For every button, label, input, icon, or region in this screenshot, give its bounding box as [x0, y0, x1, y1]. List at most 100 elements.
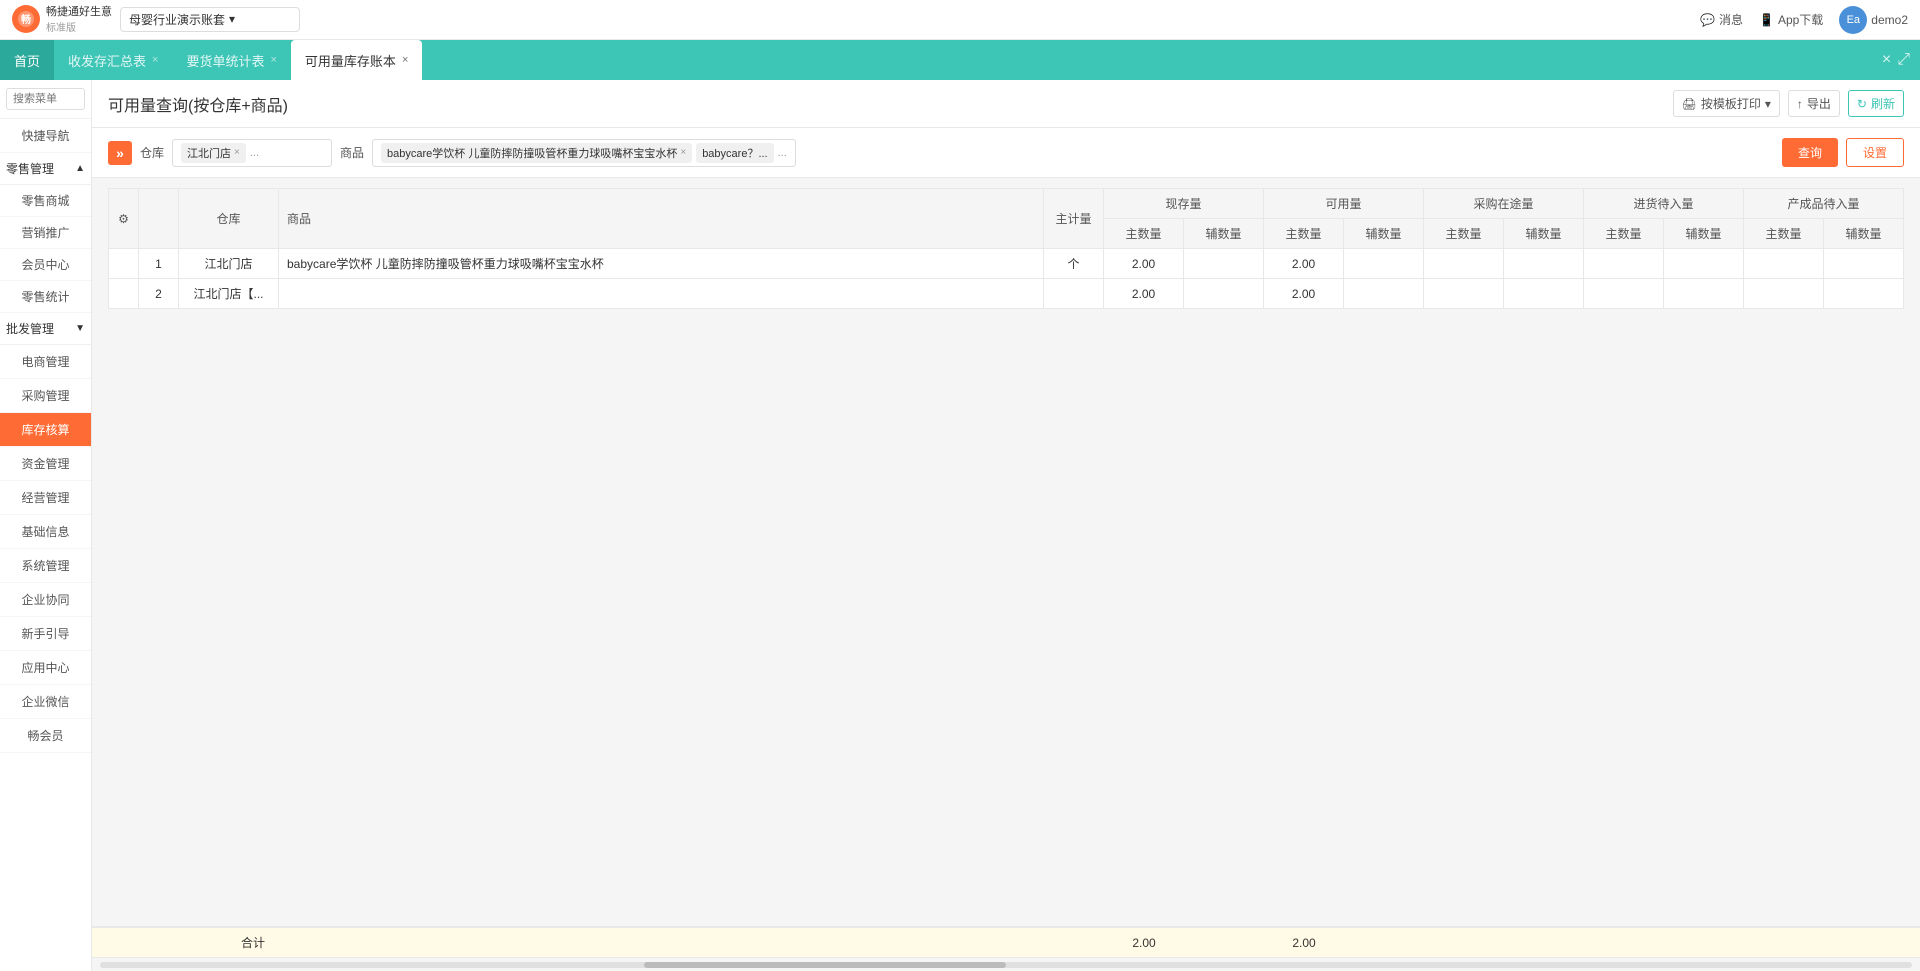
logo-icon: 畅 [12, 5, 40, 33]
cell-finished-aux-1 [1824, 279, 1904, 309]
refresh-btn[interactable]: ↻ 刷新 [1848, 90, 1904, 117]
product-tag-1-close[interactable]: × [680, 147, 686, 158]
tab-receivable[interactable]: 收发存汇总表 × [54, 40, 172, 80]
sidebar-item-wholesale[interactable]: 批发管理 ▼ [0, 313, 91, 345]
sidebar-item-system[interactable]: 系统管理 [0, 549, 91, 583]
message-icon: 💬 [1700, 13, 1715, 27]
wholesale-arrow: ▼ [75, 323, 85, 334]
sidebar-item-inventory-mgmt[interactable]: 库存核算 [0, 413, 91, 447]
filter-expand-btn[interactable]: » [108, 141, 132, 165]
col-finished-group: 产成品待入量 [1744, 189, 1904, 219]
footer-available-main: 2.00 [1264, 936, 1344, 950]
retail-mgmt-arrow: ▲ [75, 163, 85, 174]
sidebar-item-enterprise[interactable]: 企业协同 [0, 583, 91, 617]
table-footer: 合计 2.00 2.00 [92, 926, 1920, 957]
sidebar-item-purchase[interactable]: 采购管理 [0, 379, 91, 413]
table-row: 2 江北门店【... 2.00 2.00 [109, 279, 1904, 309]
sidebar-item-quick-nav[interactable]: 快捷导航 [0, 119, 91, 153]
col-current-aux: 辅数量 [1184, 219, 1264, 249]
warehouse-tag-close[interactable]: × [234, 147, 240, 158]
sidebar-item-retail-mgmt[interactable]: 零售管理 ▲ [0, 153, 91, 185]
tab-close-order-stat[interactable]: × [270, 54, 276, 66]
sidebar-item-vip[interactable]: 畅会员 [0, 719, 91, 753]
sidebar-item-app-center[interactable]: 应用中心 [0, 651, 91, 685]
filter-actions: 查询 设置 [1782, 138, 1904, 167]
tab-close-receivable[interactable]: × [152, 54, 158, 66]
col-current-group: 现存量 [1104, 189, 1264, 219]
product-tag-2: babycare？... [696, 143, 773, 163]
cell-current-aux-0 [1184, 249, 1264, 279]
warehouse-more[interactable]: ... [250, 147, 259, 159]
tab-close-inventory[interactable]: × [402, 54, 408, 66]
org-dropdown-icon: ▾ [229, 12, 235, 26]
close-all-tabs-btn[interactable]: × [1882, 51, 1891, 69]
sidebar-item-operation[interactable]: 经营管理 [0, 481, 91, 515]
page-actions: 🖨 按模板打印 ▾ ↑ 导出 ↻ 刷新 [1673, 90, 1904, 117]
search-input[interactable] [6, 88, 85, 110]
sidebar-item-basic[interactable]: 基础信息 [0, 515, 91, 549]
col-purchase-aux: 辅数量 [1504, 219, 1584, 249]
app-sub: 标准版 [46, 19, 112, 34]
expand-tabs-btn[interactable]: ⤢ [1897, 51, 1910, 69]
export-btn[interactable]: ↑ 导出 [1788, 90, 1840, 117]
col-settings-header[interactable]: ⚙ [109, 189, 139, 249]
app-download-btn[interactable]: 📱 App下载 [1759, 11, 1823, 28]
cell-purchase-aux-0 [1504, 249, 1584, 279]
org-name: 母婴行业演示账套 [129, 11, 225, 28]
sidebar-search-area [0, 80, 91, 119]
scroll-thumb[interactable] [644, 962, 1006, 968]
horizontal-scrollbar[interactable] [92, 957, 1920, 971]
sidebar-item-wechat[interactable]: 企业微信 [0, 685, 91, 719]
cell-incoming-aux-1 [1664, 279, 1744, 309]
cell-finished-main-0 [1744, 249, 1824, 279]
product-label: 商品 [340, 144, 364, 161]
cell-current-aux-1 [1184, 279, 1264, 309]
cell-settings-0 [109, 249, 139, 279]
print-btn[interactable]: 🖨 按模板打印 ▾ [1673, 90, 1780, 117]
col-purchase-main: 主数量 [1424, 219, 1504, 249]
sidebar-item-newbie[interactable]: 新手引导 [0, 617, 91, 651]
sidebar-item-ecommerce[interactable]: 电商管理 [0, 345, 91, 379]
cell-incoming-main-0 [1584, 249, 1664, 279]
sidebar-item-retail-stat[interactable]: 零售统计 [0, 281, 91, 313]
col-available-group: 可用量 [1264, 189, 1424, 219]
query-btn[interactable]: 查询 [1782, 138, 1838, 167]
table-container: ⚙ 仓库 商品 主计量 现存量 可用量 采购在途量 进货待入量 产成品待入量 主… [92, 178, 1920, 926]
org-selector[interactable]: 母婴行业演示账套 ▾ [120, 7, 300, 32]
logo-area: 畅 畅捷通好生意 标准版 [12, 5, 112, 34]
user-menu[interactable]: Ea demo2 [1839, 6, 1908, 34]
sidebar: 快捷导航 零售管理 ▲ 零售商城 营销推广 会员中心 零售统计 批发管理 ▼ 电… [0, 80, 92, 971]
cell-warehouse-1: 江北门店【... [179, 279, 279, 309]
product-filter-input[interactable]: babycare学饮杯 儿童防摔防撞吸管杯重力球吸嘴杯宝宝水杯 × babyca… [372, 139, 796, 167]
cell-finished-aux-0 [1824, 249, 1904, 279]
warehouse-filter-input[interactable]: 江北门店 × ... [172, 139, 332, 167]
cell-purchase-main-0 [1424, 249, 1504, 279]
cell-settings-1 [109, 279, 139, 309]
cell-unit-0: 个 [1044, 249, 1104, 279]
col-incoming-aux: 辅数量 [1664, 219, 1744, 249]
message-btn[interactable]: 💬 消息 [1700, 11, 1743, 28]
tab-inventory[interactable]: 可用量库存账本 × [291, 40, 422, 80]
col-finished-main: 主数量 [1744, 219, 1824, 249]
cell-available-main-0: 2.00 [1264, 249, 1344, 279]
sidebar-item-finance[interactable]: 资金管理 [0, 447, 91, 481]
col-index-header [139, 189, 179, 249]
warehouse-tag: 江北门店 × [181, 143, 246, 163]
scroll-track[interactable] [100, 962, 1912, 968]
sidebar-item-member[interactable]: 会员中心 [0, 249, 91, 281]
footer-label: 合计 [178, 934, 328, 951]
cell-product-0: babycare学饮杯 儿童防摔防撞吸管杯重力球吸嘴杯宝宝水杯 [279, 249, 1044, 279]
col-current-main: 主数量 [1104, 219, 1184, 249]
table-row: 1 江北门店 babycare学饮杯 儿童防摔防撞吸管杯重力球吸嘴杯宝宝水杯 个… [109, 249, 1904, 279]
tab-order-stat[interactable]: 要货单统计表 × [172, 40, 290, 80]
tab-home[interactable]: 首页 [0, 40, 54, 80]
data-table: ⚙ 仓库 商品 主计量 现存量 可用量 采购在途量 进货待入量 产成品待入量 主… [108, 188, 1904, 309]
sidebar-item-retail-mall[interactable]: 零售商城 [0, 185, 91, 217]
sidebar-item-marketing[interactable]: 营销推广 [0, 217, 91, 249]
col-available-aux: 辅数量 [1344, 219, 1424, 249]
product-more[interactable]: ... [778, 147, 787, 159]
cell-incoming-aux-0 [1664, 249, 1744, 279]
cell-warehouse-0: 江北门店 [179, 249, 279, 279]
settings-btn[interactable]: 设置 [1846, 138, 1904, 167]
top-bar-right: 💬 消息 📱 App下载 Ea demo2 [1700, 6, 1908, 34]
